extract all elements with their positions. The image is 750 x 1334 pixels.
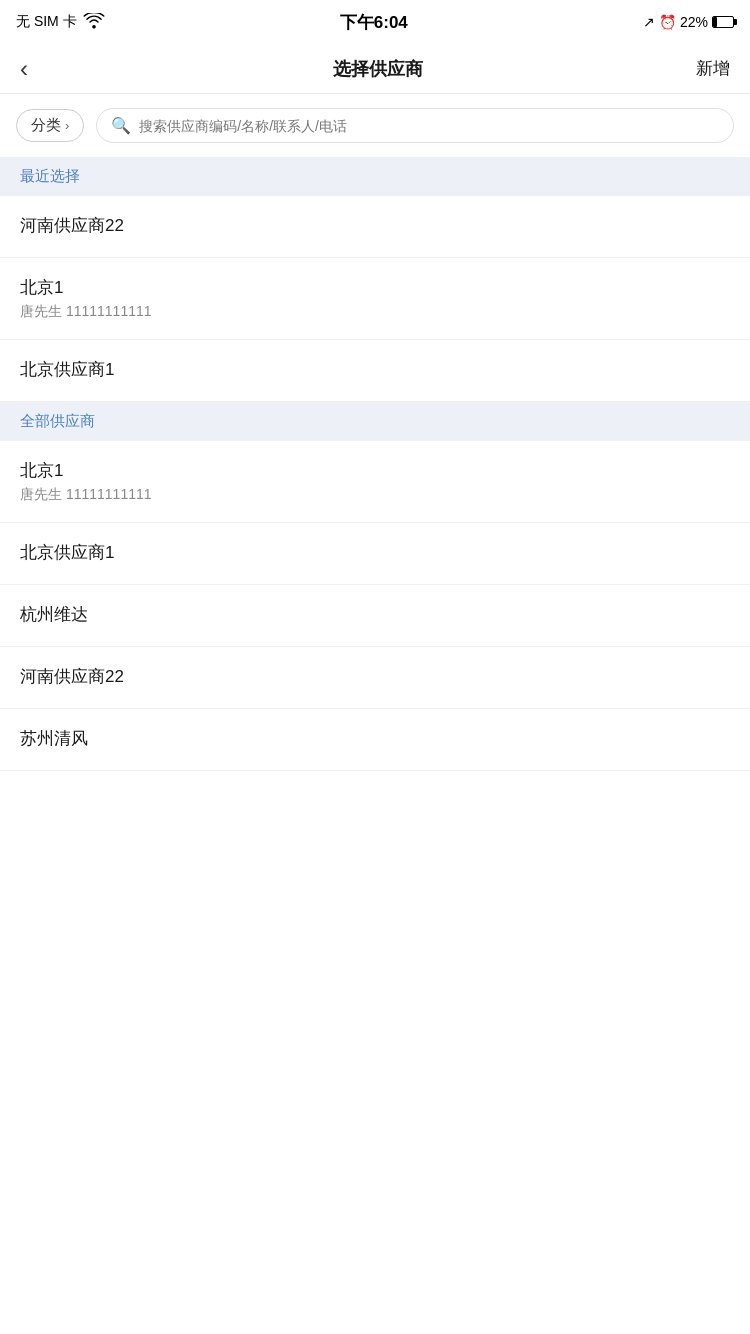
all-section-label: 全部供应商	[20, 412, 95, 429]
search-input[interactable]	[139, 118, 719, 134]
item-name: 河南供应商22	[20, 214, 730, 237]
page-title: 选择供应商	[333, 57, 423, 81]
list-item[interactable]: 苏州清风	[0, 709, 750, 771]
search-box[interactable]: 🔍	[96, 108, 734, 143]
all-items-list: 北京1 唐先生 11111111111 北京供应商1 杭州维达河南供应商22 苏州清风	[0, 441, 750, 771]
list-item[interactable]: 河南供应商22	[0, 647, 750, 709]
item-name: 苏州清风	[20, 727, 730, 750]
recent-section-label: 最近选择	[20, 167, 80, 184]
battery-icon	[712, 16, 734, 28]
status-left: 无 SIM 卡	[16, 13, 105, 32]
search-icon: 🔍	[111, 116, 131, 135]
item-name: 北京1	[20, 459, 730, 482]
category-label: 分类	[31, 116, 61, 135]
item-name: 北京供应商1	[20, 358, 730, 381]
list-item[interactable]: 北京1 唐先生 11111111111	[0, 258, 750, 340]
item-name: 河南供应商22	[20, 665, 730, 688]
location-icon: ↗	[643, 14, 655, 30]
item-name: 杭州维达	[20, 603, 730, 626]
list-item[interactable]: 北京供应商1	[0, 523, 750, 585]
nav-bar: ‹ 选择供应商 新增	[0, 44, 750, 94]
alarm-icon: ⏰	[659, 14, 676, 30]
chevron-right-icon: ›	[65, 118, 69, 133]
item-name: 北京1	[20, 276, 730, 299]
status-right: ↗ ⏰ 22%	[643, 14, 734, 30]
recent-section-header: 最近选择	[0, 157, 750, 196]
wifi-icon	[83, 13, 105, 32]
status-time: 下午6:04	[340, 11, 408, 34]
add-button[interactable]: 新增	[696, 57, 730, 80]
all-section-header: 全部供应商	[0, 402, 750, 441]
sim-label: 无 SIM 卡	[16, 13, 77, 31]
back-button[interactable]: ‹	[20, 55, 60, 83]
list-item[interactable]: 河南供应商22	[0, 196, 750, 258]
category-filter[interactable]: 分类 ›	[16, 109, 84, 142]
status-bar: 无 SIM 卡 下午6:04 ↗ ⏰ 22%	[0, 0, 750, 44]
item-sub: 唐先生 11111111111	[20, 303, 730, 321]
item-name: 北京供应商1	[20, 541, 730, 564]
list-item[interactable]: 北京1 唐先生 11111111111	[0, 441, 750, 523]
list-item[interactable]: 杭州维达	[0, 585, 750, 647]
filter-bar: 分类 › 🔍	[0, 94, 750, 157]
item-sub: 唐先生 11111111111	[20, 486, 730, 504]
recent-items-list: 河南供应商22 北京1 唐先生 11111111111 北京供应商1	[0, 196, 750, 402]
battery-label: 22%	[680, 14, 708, 30]
list-item[interactable]: 北京供应商1	[0, 340, 750, 402]
